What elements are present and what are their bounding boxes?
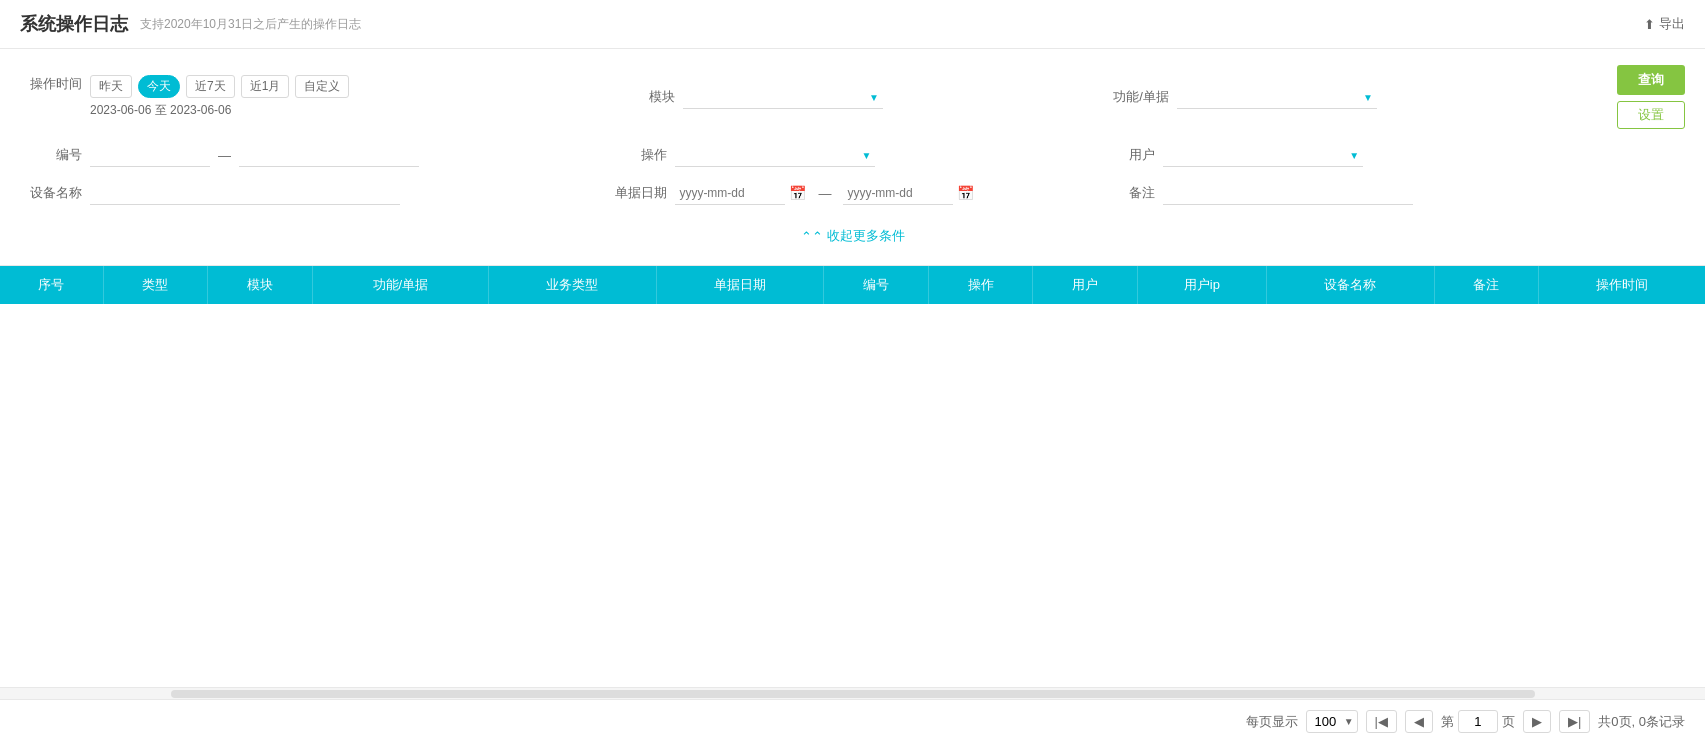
time-section: 昨天 今天 近7天 近1月 自定义 2023-06-06 至 2023-06-0… [90,75,349,119]
number-to-input[interactable] [239,143,419,167]
scrollbar-area[interactable] [0,687,1705,699]
date-from-input[interactable] [675,182,785,205]
export-icon: ⬆ [1644,17,1655,32]
table-area: 序号类型模块功能/单据业务类型单据日期编号操作用户用户ip设备名称备注操作时间 [0,266,1705,687]
table-header-cell: 操作 [928,266,1032,304]
time-range-display: 2023-06-06 至 2023-06-06 [90,102,231,119]
user-cell: 用户 ▼ [1093,143,1581,167]
total-info: 共0页, 0条记录 [1598,713,1685,731]
module-select[interactable] [683,85,883,109]
date-to-input[interactable] [843,182,953,205]
page-unit: 页 [1502,713,1515,731]
collapse-label: 收起更多条件 [827,227,905,245]
voucher-date-cell: 单据日期 📅 — 📅 [605,182,1093,205]
table-header-cell: 业务类型 [489,266,657,304]
per-page-label: 每页显示 [1246,713,1298,731]
time-btn-1month[interactable]: 近1月 [241,75,290,98]
page-wrapper: 系统操作日志 支持2020年10月31日之后产生的操作日志 ⬆ 导出 操作时间 … [0,0,1705,743]
function-label: 功能/单据 [1107,88,1177,106]
table-header-cell: 序号 [0,266,103,304]
export-button[interactable]: ⬆ 导出 [1644,15,1685,33]
filter-row-1: 操作时间 昨天 今天 近7天 近1月 自定义 2023-06-06 至 2023… [20,65,1685,129]
page-label: 第 [1441,713,1454,731]
table-empty-area [0,304,1705,684]
operation-filter-label: 操作 [605,146,675,164]
operation-time-label: 操作时间 [20,75,90,93]
page-header: 系统操作日志 支持2020年10月31日之后产生的操作日志 ⬆ 导出 [0,0,1705,49]
time-btn-7days[interactable]: 近7天 [186,75,235,98]
export-label: 导出 [1659,15,1685,33]
table-header: 序号类型模块功能/单据业务类型单据日期编号操作用户用户ip设备名称备注操作时间 [0,266,1705,304]
number-label: 编号 [20,146,90,164]
table-header-cell: 单据日期 [656,266,824,304]
data-table: 序号类型模块功能/单据业务类型单据日期编号操作用户用户ip设备名称备注操作时间 [0,266,1705,304]
function-select-wrapper: ▼ [1177,85,1377,109]
page-info: 第 页 [1441,710,1515,733]
action-btns: 查询 设置 [1617,65,1685,129]
per-page-select[interactable]: 100 10 20 50 200 [1306,710,1358,733]
filter-area: 操作时间 昨天 今天 近7天 近1月 自定义 2023-06-06 至 2023… [0,49,1705,266]
calendar-to-icon[interactable]: 📅 [957,185,974,201]
settings-button[interactable]: 设置 [1617,101,1685,129]
time-btn-custom[interactable]: 自定义 [295,75,349,98]
table-header-cell: 用户 [1033,266,1137,304]
user-label: 用户 [1093,146,1163,164]
page-title: 系统操作日志 [20,12,128,36]
module-cell: 模块 ▼ [613,85,1107,109]
module-select-wrapper: ▼ [683,85,883,109]
voucher-date-label: 单据日期 [605,184,675,202]
number-cell: 编号 — [20,143,605,167]
collapse-up-icon: ⌃⌃ [801,229,823,244]
operation-cell: 操作 ▼ [605,143,1093,167]
table-header-cell: 用户ip [1137,266,1266,304]
user-select[interactable] [1163,143,1363,167]
time-btns-row: 昨天 今天 近7天 近1月 自定义 [90,75,349,98]
pagination-area: 每页显示 100 10 20 50 200 ▼ |◀ ◀ 第 页 ▶ ▶| 共0… [0,699,1705,743]
header-left: 系统操作日志 支持2020年10月31日之后产生的操作日志 [20,12,361,36]
per-page-wrapper: 100 10 20 50 200 ▼ [1306,710,1358,733]
last-page-button[interactable]: ▶| [1559,710,1590,733]
table-header-cell: 类型 [103,266,207,304]
function-cell: 功能/单据 ▼ [1107,85,1601,109]
date-input-group: 📅 — 📅 [675,182,974,205]
device-input[interactable] [90,181,400,205]
operation-time-cell: 操作时间 昨天 今天 近7天 近1月 自定义 2023-06-06 至 2023… [20,75,613,119]
user-select-wrapper: ▼ [1163,143,1363,167]
number-dash: — [218,148,231,163]
function-select[interactable] [1177,85,1377,109]
time-btn-today[interactable]: 今天 [138,75,180,98]
prev-page-button[interactable]: ◀ [1405,710,1433,733]
filter-row-3: 设备名称 单据日期 📅 — 📅 备注 [20,181,1685,205]
operation-select-wrapper: ▼ [675,143,875,167]
remark-cell: 备注 [1093,181,1581,205]
device-label: 设备名称 [20,184,90,202]
table-header-cell: 功能/单据 [312,266,488,304]
module-label: 模块 [613,88,683,106]
filter-row-2: 编号 — 操作 ▼ 用户 [20,143,1685,167]
device-cell: 设备名称 [20,181,605,205]
table-header-row: 序号类型模块功能/单据业务类型单据日期编号操作用户用户ip设备名称备注操作时间 [0,266,1705,304]
page-number-input[interactable] [1458,710,1498,733]
table-header-cell: 模块 [208,266,312,304]
table-header-cell: 编号 [824,266,928,304]
collapse-row: ⌃⌃ 收起更多条件 [20,219,1685,249]
calendar-from-icon[interactable]: 📅 [789,185,806,201]
number-from-input[interactable] [90,143,210,167]
operation-select[interactable] [675,143,875,167]
table-header-cell: 操作时间 [1538,266,1705,304]
page-subtitle: 支持2020年10月31日之后产生的操作日志 [140,16,361,33]
remark-label: 备注 [1093,184,1163,202]
collapse-button[interactable]: ⌃⌃ 收起更多条件 [801,227,905,245]
table-header-cell: 设备名称 [1266,266,1434,304]
date-dash: — [818,186,831,201]
time-btn-yesterday[interactable]: 昨天 [90,75,132,98]
next-page-button[interactable]: ▶ [1523,710,1551,733]
remark-input[interactable] [1163,181,1413,205]
query-button[interactable]: 查询 [1617,65,1685,95]
first-page-button[interactable]: |◀ [1366,710,1397,733]
scrollbar-track[interactable] [171,690,1535,698]
table-header-cell: 备注 [1434,266,1538,304]
